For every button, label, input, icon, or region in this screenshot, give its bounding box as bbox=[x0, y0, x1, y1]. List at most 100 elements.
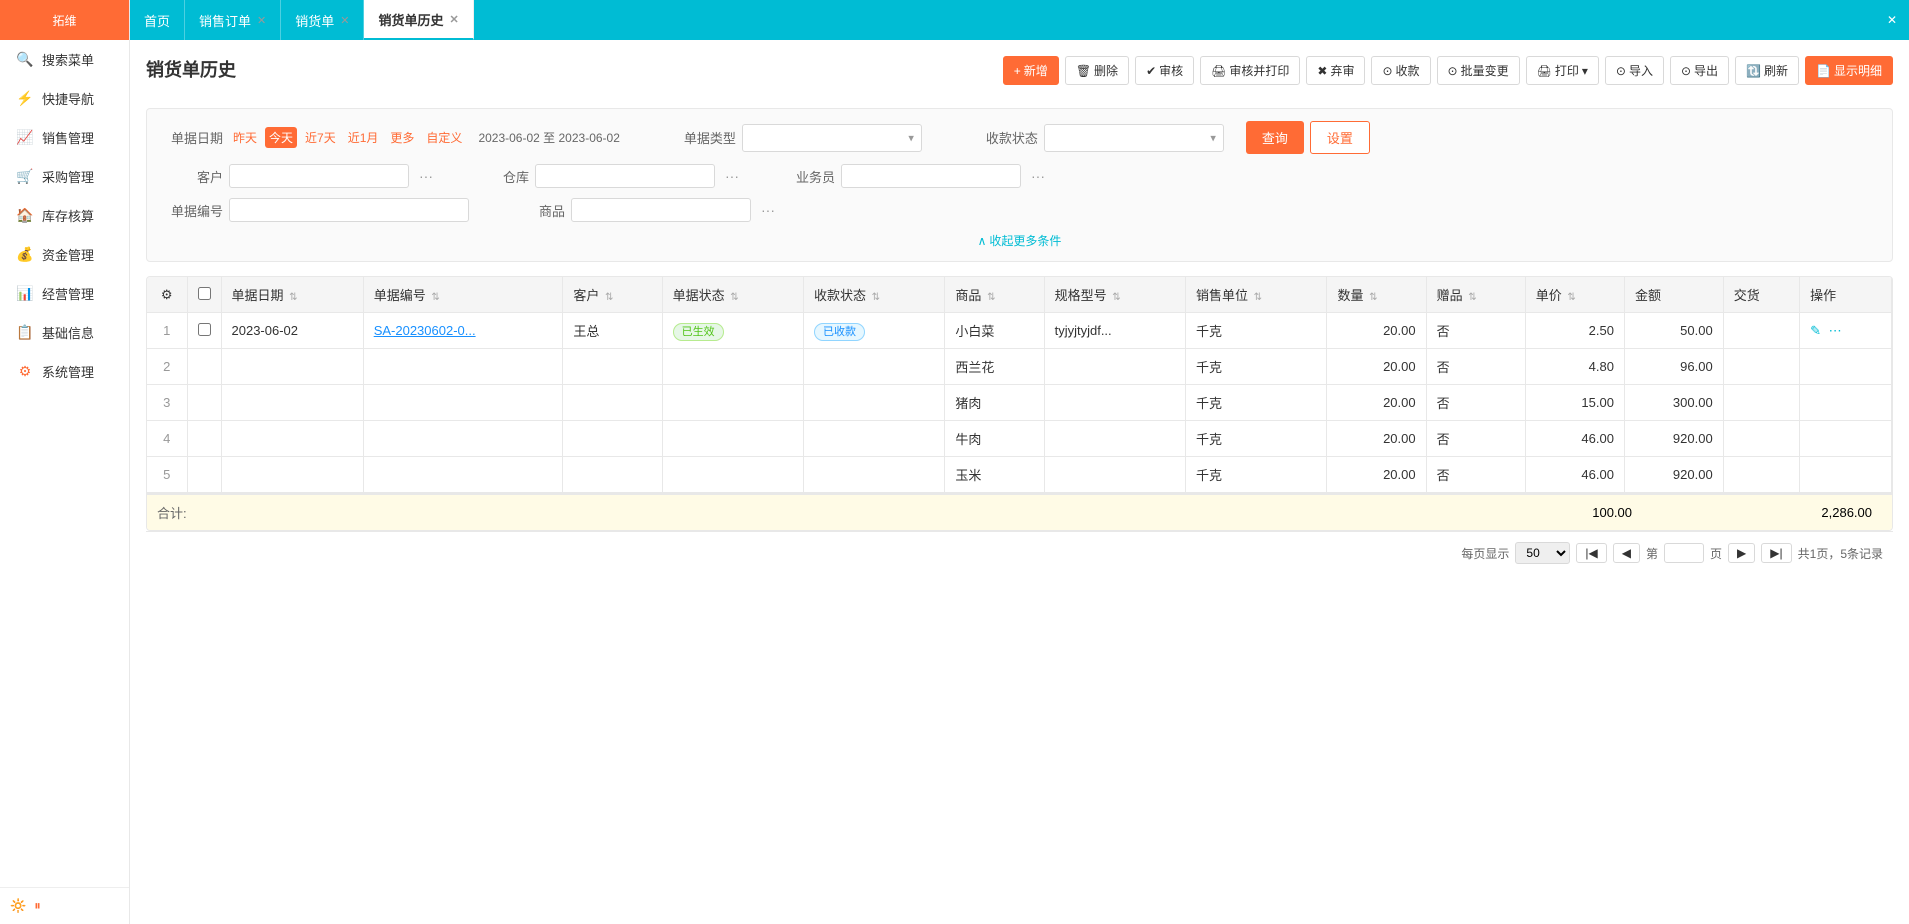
set-button[interactable]: 设置 bbox=[1310, 121, 1370, 154]
page-size-label: 每页显示 bbox=[1461, 545, 1509, 562]
sidebar-item-quick-nav[interactable]: ⚡ 快捷导航 bbox=[0, 79, 129, 118]
settings-icon[interactable]: ⚙ bbox=[161, 287, 173, 302]
product-input[interactable] bbox=[571, 198, 751, 222]
more-icon-1[interactable]: ⋯ bbox=[1829, 323, 1842, 338]
td-qty-5: 20.00 bbox=[1327, 457, 1426, 493]
th-product[interactable]: 商品 ⇅ bbox=[945, 277, 1044, 313]
refresh-button[interactable]: 🔃 刷新 bbox=[1735, 56, 1799, 85]
export-icon: ⊙ bbox=[1681, 64, 1691, 78]
tab-home[interactable]: 首页 bbox=[130, 0, 185, 40]
sidebar-item-purchase-mgmt[interactable]: 🛒 采购管理 bbox=[0, 157, 129, 196]
table-row: 4 牛肉 千克 20.00 否 46.00 920.00 bbox=[147, 421, 1892, 457]
warehouse-dots[interactable]: ··· bbox=[725, 168, 739, 184]
add-button[interactable]: + 新增 bbox=[1003, 56, 1059, 85]
filter-doc-type: 单据类型 bbox=[676, 124, 922, 152]
shortcut-1month[interactable]: 近1月 bbox=[344, 127, 383, 148]
salesperson-input[interactable] bbox=[841, 164, 1021, 188]
td-unitprice-1: 2.50 bbox=[1525, 313, 1624, 349]
tab-sales-order[interactable]: 销售订单 ✕ bbox=[185, 0, 281, 40]
th-customer[interactable]: 客户 ⇅ bbox=[563, 277, 662, 313]
th-date[interactable]: 单据日期 ⇅ bbox=[221, 277, 363, 313]
th-spec[interactable]: 规格型号 ⇅ bbox=[1044, 277, 1185, 313]
doc-type-select[interactable] bbox=[742, 124, 922, 152]
pause-icon[interactable]: ⏸ bbox=[34, 898, 41, 914]
doc-no-link-1[interactable]: SA-20230602-0... bbox=[374, 323, 476, 338]
td-date-2 bbox=[221, 349, 363, 385]
td-check-1 bbox=[187, 313, 221, 349]
tab-sales-goods[interactable]: 销货单 ✕ bbox=[281, 0, 364, 40]
pagination: 每页显示 20 50 100 |◀ ◀ 第 1 页 ▶ ▶| 共1页，5条记录 bbox=[146, 531, 1893, 574]
customer-dots[interactable]: ··· bbox=[419, 168, 433, 184]
sidebar-item-sys-mgmt[interactable]: ⚙ 系统管理 bbox=[0, 352, 129, 391]
th-unit[interactable]: 销售单位 ⇅ bbox=[1186, 277, 1327, 313]
show-detail-button[interactable]: 📄 显示明细 bbox=[1805, 56, 1893, 85]
td-docno-4 bbox=[363, 421, 563, 457]
th-qty[interactable]: 数量 ⇅ bbox=[1327, 277, 1426, 313]
sidebar-item-finance[interactable]: 💰 资金管理 bbox=[0, 235, 129, 274]
sidebar-item-operations[interactable]: 📊 经营管理 bbox=[0, 274, 129, 313]
tab-sales-goods-close[interactable]: ✕ bbox=[340, 14, 349, 27]
first-page-button[interactable]: |◀ bbox=[1576, 543, 1606, 563]
delete-button[interactable]: 🗑 删除 bbox=[1065, 56, 1129, 85]
audit-button[interactable]: ✔ 审核 bbox=[1135, 56, 1194, 85]
product-dots[interactable]: ··· bbox=[761, 202, 775, 218]
shortcut-more[interactable]: 更多 bbox=[386, 127, 418, 148]
sidebar-item-basic-info[interactable]: 📋 基础信息 bbox=[0, 313, 129, 352]
td-qty-4: 20.00 bbox=[1327, 421, 1426, 457]
payment-status-select[interactable] bbox=[1044, 124, 1224, 152]
prev-page-button[interactable]: ◀ bbox=[1613, 543, 1640, 563]
abandon-icon: ✖ bbox=[1317, 64, 1327, 78]
shortcut-7days[interactable]: 近7天 bbox=[301, 127, 340, 148]
th-unit-price[interactable]: 单价 ⇅ bbox=[1525, 277, 1624, 313]
th-doc-no[interactable]: 单据编号 ⇅ bbox=[363, 277, 563, 313]
collapse-button[interactable]: ∧ 收起更多条件 bbox=[978, 232, 1062, 249]
edit-icon-1[interactable]: ✎ bbox=[1810, 323, 1821, 338]
row-checkbox-1[interactable] bbox=[198, 323, 211, 336]
tab-sales-history[interactable]: 销货单历史 ✕ bbox=[364, 0, 473, 40]
abandon-button[interactable]: ✖ 弃审 bbox=[1306, 56, 1365, 85]
th-payment-status[interactable]: 收款状态 ⇅ bbox=[804, 277, 945, 313]
sidebar-logo: 拓维 bbox=[0, 0, 129, 40]
customer-input[interactable] bbox=[229, 164, 409, 188]
query-button[interactable]: 查询 bbox=[1246, 121, 1304, 154]
import-icon: ⊙ bbox=[1616, 64, 1626, 78]
th-checkbox bbox=[187, 277, 221, 313]
warehouse-input[interactable] bbox=[535, 164, 715, 188]
import-button[interactable]: ⊙ 导入 bbox=[1605, 56, 1664, 85]
page-size-select[interactable]: 20 50 100 bbox=[1515, 542, 1570, 564]
last-page-button[interactable]: ▶| bbox=[1761, 543, 1791, 563]
page-number-input[interactable]: 1 bbox=[1664, 543, 1704, 563]
export-button[interactable]: ⊙ 导出 bbox=[1670, 56, 1729, 85]
td-date-3 bbox=[221, 385, 363, 421]
product-label: 商品 bbox=[505, 201, 565, 220]
sidebar-item-sales-mgmt[interactable]: 📈 销售管理 bbox=[0, 118, 129, 157]
filter-panel: 单据日期 昨天 今天 近7天 近1月 更多 自定义 2023-06-02 至 2… bbox=[146, 108, 1893, 262]
table-row: 2 西兰花 千克 20.00 否 4.80 96.00 bbox=[147, 349, 1892, 385]
th-settings[interactable]: ⚙ bbox=[147, 277, 187, 313]
sidebar-item-search-menu[interactable]: 🔍 搜索菜单 bbox=[0, 40, 129, 79]
td-transaction-1 bbox=[1723, 313, 1799, 349]
shortcut-yesterday[interactable]: 昨天 bbox=[229, 127, 261, 148]
table-body: 1 2023-06-02 SA-20230602-0... 王总 已生效 bbox=[147, 313, 1892, 493]
td-product-5: 玉米 bbox=[945, 457, 1044, 493]
th-doc-status[interactable]: 单据状态 ⇅ bbox=[662, 277, 803, 313]
doc-no-input[interactable] bbox=[229, 198, 469, 222]
sort-docstatus-icon: ⇅ bbox=[730, 292, 738, 303]
tab-sales-history-close[interactable]: ✕ bbox=[450, 13, 459, 26]
sort-unit-icon: ⇅ bbox=[1254, 292, 1262, 303]
collect-button[interactable]: ⊙ 收款 bbox=[1371, 56, 1430, 85]
audit-print-button[interactable]: 🖨 审核并打印 bbox=[1200, 56, 1300, 85]
sidebar-item-inventory[interactable]: 🏠 库存核算 bbox=[0, 196, 129, 235]
batch-change-button[interactable]: ⊙ 批量变更 bbox=[1437, 56, 1520, 85]
next-page-button[interactable]: ▶ bbox=[1728, 543, 1755, 563]
select-all-checkbox[interactable] bbox=[198, 287, 211, 300]
shortcut-custom[interactable]: 自定义 bbox=[422, 127, 466, 148]
shortcut-today[interactable]: 今天 bbox=[265, 127, 297, 148]
close-all-tabs[interactable]: ✕ bbox=[1875, 13, 1909, 27]
tab-sales-order-close[interactable]: ✕ bbox=[257, 14, 266, 27]
th-gift[interactable]: 赠品 ⇅ bbox=[1426, 277, 1525, 313]
td-spec-1: tyjyjtyjdf... bbox=[1044, 313, 1185, 349]
print-button[interactable]: 🖨 打印 ▾ bbox=[1526, 56, 1599, 85]
brightness-icon[interactable]: 🔆 bbox=[10, 898, 26, 914]
salesperson-dots[interactable]: ··· bbox=[1031, 168, 1045, 184]
